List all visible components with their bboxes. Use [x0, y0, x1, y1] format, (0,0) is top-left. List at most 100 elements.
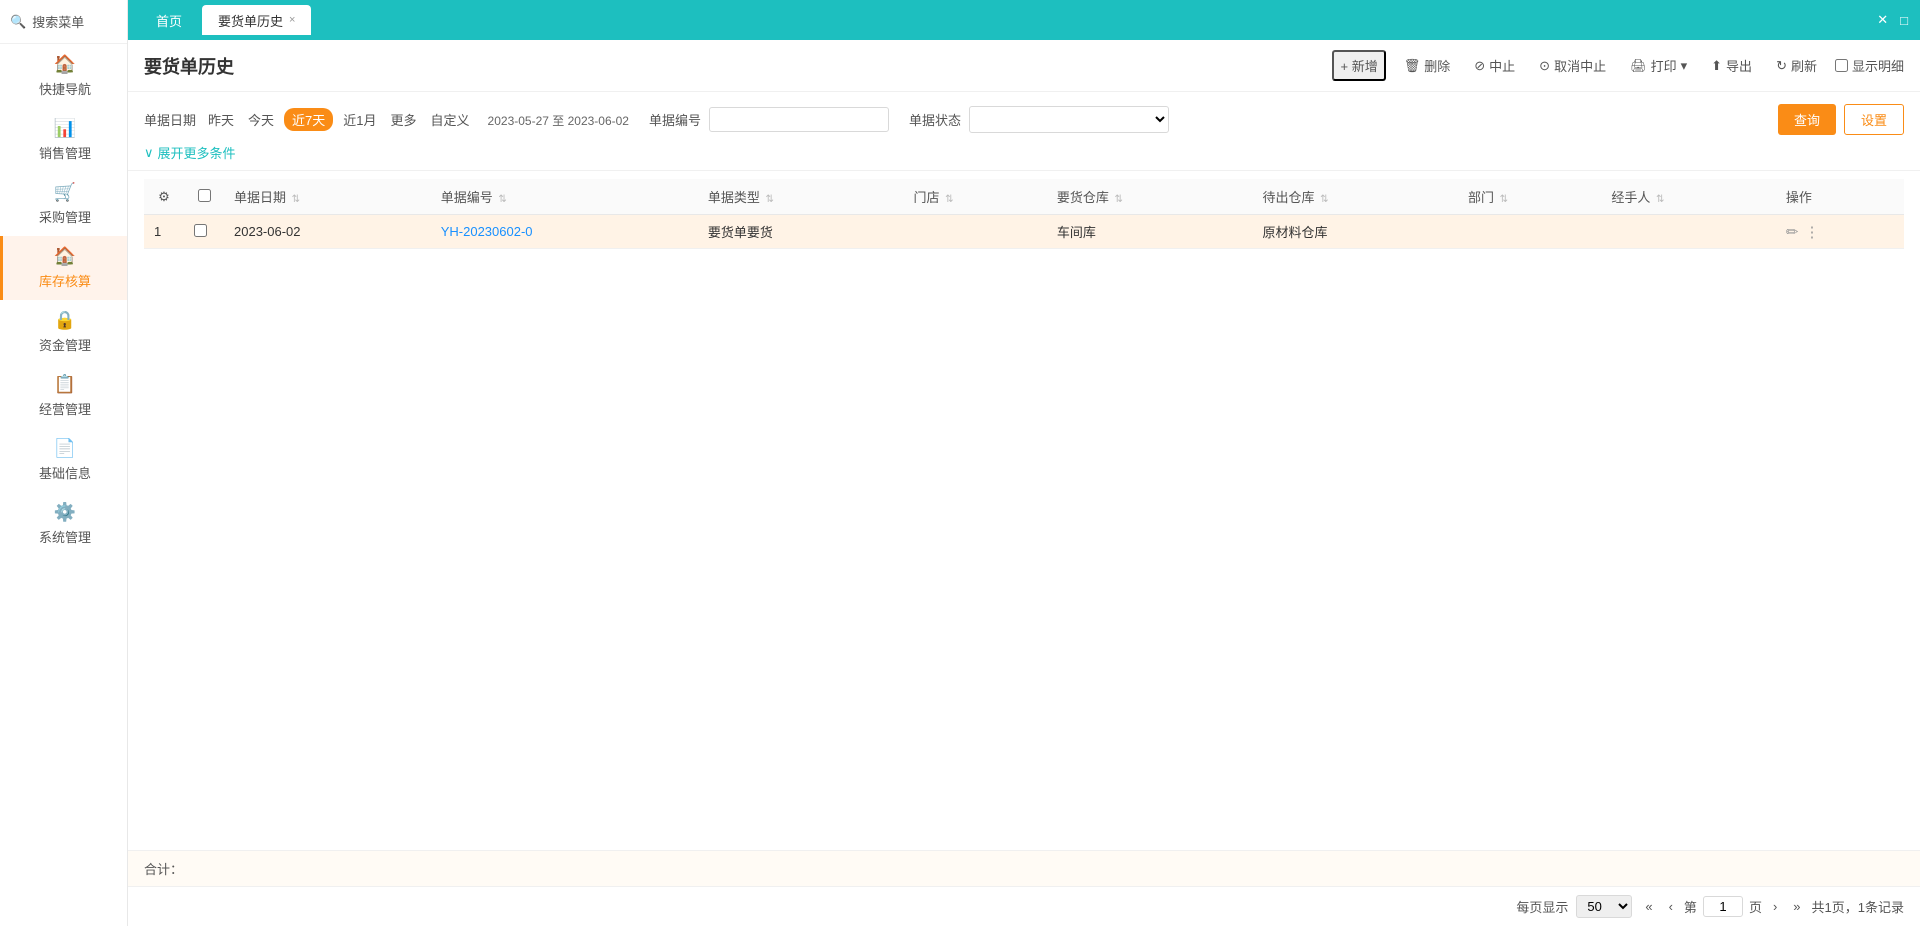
date-recent7[interactable]: 近7天 — [284, 108, 333, 131]
tab-active-label: 要货单历史 — [218, 11, 283, 30]
topbar-minimize-icon[interactable]: □ — [1900, 13, 1908, 28]
th-bill-type[interactable]: 单据类型 ⇅ — [698, 179, 904, 215]
sidebar-item-label: 资金管理 — [39, 335, 91, 354]
sidebar-item-operations[interactable]: 📋 经营管理 — [0, 364, 127, 428]
td-bill-type: 要货单要货 — [698, 215, 904, 249]
show-detail-checkbox[interactable] — [1835, 59, 1848, 72]
topbar-close-icon[interactable]: ✕ — [1877, 12, 1888, 28]
td-bill-no[interactable]: YH-20230602-0 — [431, 215, 698, 249]
home-icon: 🏠 — [54, 54, 76, 75]
th-settings[interactable]: ⚙ — [144, 179, 184, 215]
th-handler[interactable]: 经手人 ⇅ — [1601, 179, 1775, 215]
page-label-suffix: 页 — [1749, 897, 1762, 916]
sales-icon: 📊 — [54, 118, 76, 139]
main-area: 首页 要货单历史 × ✕ □ 要货单历史 + 新增 🗑 删除 ⊘ 中止 — [128, 0, 1920, 926]
sidebar-item-sales[interactable]: 📊 销售管理 — [0, 108, 127, 172]
cancel-stop-icon: ⊙ — [1539, 58, 1550, 74]
edit-icon[interactable]: ✏ — [1786, 223, 1799, 241]
th-date[interactable]: 单据日期 ⇅ — [224, 179, 431, 215]
th-req-warehouse[interactable]: 要货仓库 ⇅ — [1047, 179, 1253, 215]
bill-no-filter-group: 单据编号 — [649, 107, 889, 132]
operations-icon: 📋 — [54, 374, 76, 395]
bill-no-link[interactable]: YH-20230602-0 — [441, 224, 533, 239]
status-filter-group: 单据状态 — [909, 106, 1169, 133]
filter-row: 单据日期 昨天 今天 近7天 近1月 更多 自定义 2023-05-27 至 2… — [144, 104, 1904, 135]
table-footer: 合计： — [128, 850, 1920, 886]
stop-icon: ⊘ — [1474, 58, 1485, 74]
next-page-btn[interactable]: › — [1768, 897, 1782, 916]
select-all-checkbox[interactable] — [198, 189, 211, 202]
purchase-icon: 🛒 — [54, 182, 76, 203]
tab-close-icon[interactable]: × — [289, 14, 295, 26]
show-detail-toggle[interactable]: 显示明细 — [1835, 56, 1904, 75]
expand-filter-btn[interactable]: ∨ 展开更多条件 — [144, 143, 1904, 162]
page-number-input[interactable] — [1703, 896, 1743, 917]
sidebar-item-inventory[interactable]: 🏠 库存核算 — [0, 236, 127, 300]
sidebar-item-label: 经营管理 — [39, 399, 91, 418]
td-actions: ✏ ⋮ — [1776, 215, 1904, 249]
td-req-warehouse: 车间库 — [1047, 215, 1253, 249]
refresh-icon: ↻ — [1776, 58, 1787, 74]
cancel-stop-button[interactable]: ⊙ 取消中止 — [1533, 52, 1612, 79]
system-icon: ⚙️ — [54, 502, 76, 523]
new-button[interactable]: + 新增 — [1332, 50, 1385, 81]
pagination: 每页显示 50 100 200 « ‹ 第 页 › » 共1页，1条记录 — [128, 886, 1920, 926]
date-shortcuts: 昨天 今天 近7天 近1月 更多 自定义 — [204, 108, 474, 131]
page-size-label: 每页显示 — [1516, 897, 1568, 916]
date-more[interactable]: 更多 — [387, 108, 421, 131]
td-checkbox[interactable] — [184, 215, 224, 249]
td-store — [903, 215, 1046, 249]
page-size-select[interactable]: 50 100 200 — [1576, 895, 1632, 918]
toolbar: + 新增 🗑 删除 ⊘ 中止 ⊙ 取消中止 🖨 打印 ▾ — [1332, 50, 1904, 81]
date-yesterday[interactable]: 昨天 — [204, 108, 238, 131]
status-select[interactable] — [969, 106, 1169, 133]
date-today[interactable]: 今天 — [244, 108, 278, 131]
sidebar-item-basic[interactable]: 📄 基础信息 — [0, 428, 127, 492]
date-custom[interactable]: 自定义 — [427, 108, 474, 131]
date-filter-group: 单据日期 昨天 今天 近7天 近1月 更多 自定义 2023-05-27 至 2… — [144, 108, 629, 131]
sidebar-item-home[interactable]: 🏠 快捷导航 — [0, 44, 127, 108]
th-department[interactable]: 部门 ⇅ — [1458, 179, 1601, 215]
sidebar-item-purchase[interactable]: 🛒 采购管理 — [0, 172, 127, 236]
row-checkbox[interactable] — [194, 224, 207, 237]
table-row: 1 2023-06-02 YH-20230602-0 要货单要货 车间库 原材料… — [144, 215, 1904, 249]
export-button[interactable]: ⬆ 导出 — [1705, 52, 1758, 79]
finance-icon: 🔒 — [54, 310, 76, 331]
delete-button[interactable]: 🗑 删除 — [1398, 52, 1457, 79]
topbar: 首页 要货单历史 × ✕ □ — [128, 0, 1920, 40]
th-checkbox[interactable] — [184, 179, 224, 215]
th-actions: 操作 — [1776, 179, 1904, 215]
query-button[interactable]: 查询 — [1778, 104, 1836, 135]
first-page-btn[interactable]: « — [1640, 897, 1657, 916]
td-handler — [1601, 215, 1775, 249]
more-icon[interactable]: ⋮ — [1804, 223, 1819, 241]
chevron-down-icon: ∨ — [144, 145, 154, 161]
footer-total-label: 合计： — [144, 859, 183, 878]
print-button[interactable]: 🖨 打印 ▾ — [1624, 52, 1693, 79]
last-page-btn[interactable]: » — [1788, 897, 1805, 916]
sidebar-item-label: 采购管理 — [39, 207, 91, 226]
th-store[interactable]: 门店 ⇅ — [903, 179, 1046, 215]
tab-active[interactable]: 要货单历史 × — [202, 5, 311, 35]
page-header: 要货单历史 + 新增 🗑 删除 ⊘ 中止 ⊙ 取消中止 🖨 打印 — [128, 40, 1920, 92]
th-pending-warehouse[interactable]: 待出仓库 ⇅ — [1252, 179, 1458, 215]
refresh-button[interactable]: ↻ 刷新 — [1770, 52, 1823, 79]
sidebar-search-label: 搜索菜单 — [32, 12, 84, 31]
settings-button[interactable]: 设置 — [1844, 104, 1904, 135]
bill-no-input[interactable] — [709, 107, 889, 132]
topbar-right: ✕ □ — [1877, 12, 1908, 28]
date-recent1month[interactable]: 近1月 — [339, 108, 380, 131]
stop-button[interactable]: ⊘ 中止 — [1468, 52, 1521, 79]
sidebar-search[interactable]: 🔍 搜索菜单 — [0, 0, 127, 44]
export-icon: ⬆ — [1711, 58, 1722, 74]
td-date: 2023-06-02 — [224, 215, 431, 249]
tab-home[interactable]: 首页 — [140, 5, 198, 35]
sidebar-item-finance[interactable]: 🔒 资金管理 — [0, 300, 127, 364]
td-pending-warehouse: 原材料仓库 — [1252, 215, 1458, 249]
table-area: ⚙ 单据日期 ⇅ 单据编号 ⇅ 单据类型 ⇅ 门店 ⇅ 要货仓库 ⇅ 待出仓库 … — [128, 171, 1920, 850]
th-bill-no[interactable]: 单据编号 ⇅ — [431, 179, 698, 215]
date-range-display: 2023-05-27 至 2023-06-02 — [488, 112, 629, 129]
print-chevron-icon: ▾ — [1681, 58, 1688, 74]
prev-page-btn[interactable]: ‹ — [1664, 897, 1678, 916]
sidebar-item-system[interactable]: ⚙️ 系统管理 — [0, 492, 127, 556]
